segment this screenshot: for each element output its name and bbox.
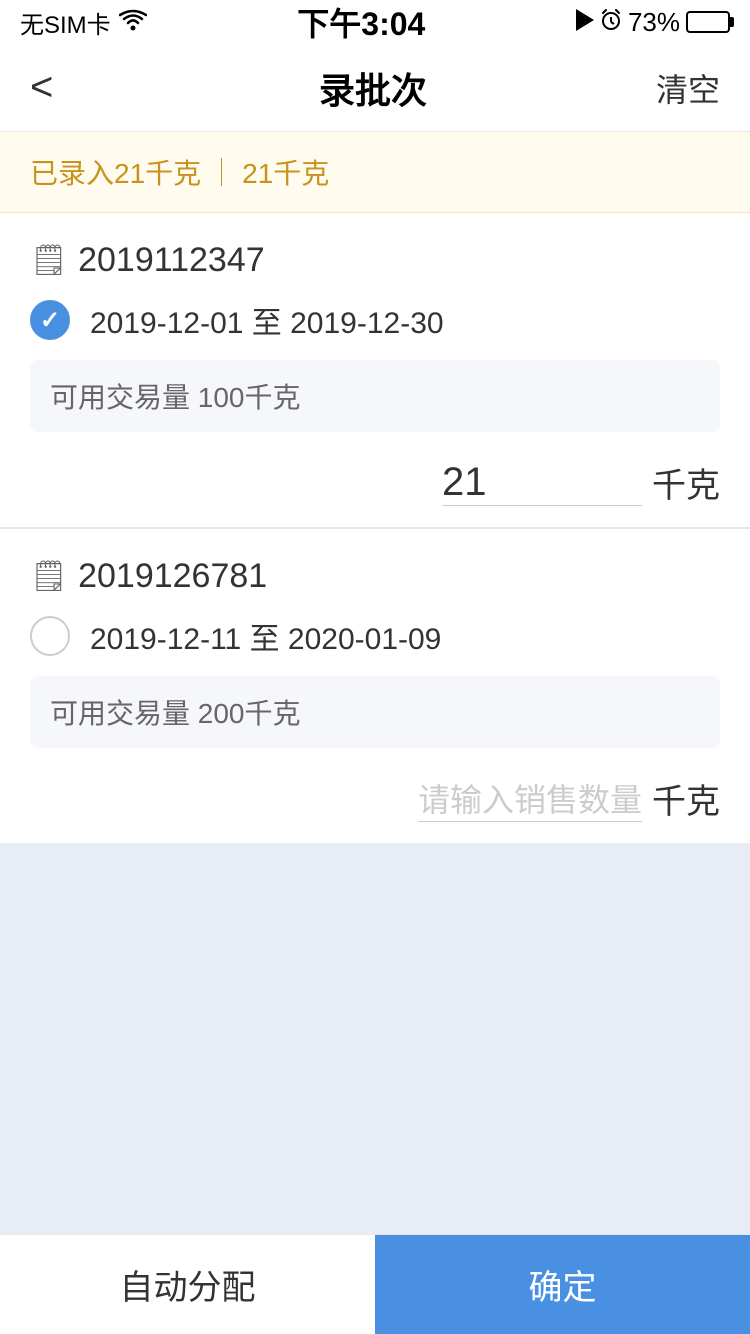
batch1-date: 2019-12-01 至 2019-12-30 <box>90 298 444 342</box>
batch2-quantity-input[interactable]: 请输入销售数量 <box>418 775 642 822</box>
status-right: 73% <box>576 7 730 38</box>
batch1-header: 🗒 2019112347 <box>0 213 750 290</box>
batch1-unit: 千克 <box>652 458 720 507</box>
batch1-date-row[interactable]: 2019-12-01 至 2019-12-30 <box>0 290 750 350</box>
batch2-icon: 🗒 <box>30 559 68 594</box>
batch2-id: 2019126781 <box>78 557 267 596</box>
summary-divider <box>221 158 222 186</box>
batch1-quantity-input[interactable]: 21 <box>442 460 642 506</box>
battery-percent: 73% <box>628 7 680 38</box>
wifi-icon <box>119 7 147 38</box>
batch1-avail-text: 可用交易量 100千克 <box>50 382 301 413</box>
batch2-quantity-row: 请输入销售数量 千克 <box>0 764 750 843</box>
batch-card-1: 🗒 2019112347 2019-12-01 至 2019-12-30 可用交… <box>0 213 750 527</box>
batch1-avail-row: 可用交易量 100千克 <box>30 360 720 432</box>
batch1-quantity-value: 21 <box>442 460 487 504</box>
confirm-button[interactable]: 确定 <box>375 1235 750 1334</box>
nav-bar: < 录批次 清空 <box>0 44 750 132</box>
page-title: 录批次 <box>319 62 427 114</box>
batch2-avail-row: 可用交易量 200千克 <box>30 676 720 748</box>
batch2-date: 2019-12-11 至 2020-01-09 <box>90 614 441 658</box>
status-time: 下午3:04 <box>297 0 425 45</box>
bottom-bar: 自动分配 确定 <box>0 1234 750 1334</box>
alarm-icon <box>600 7 622 38</box>
batch2-quantity-placeholder: 请输入销售数量 <box>418 782 642 818</box>
batch2-unit: 千克 <box>652 774 720 823</box>
clear-button[interactable]: 清空 <box>656 65 720 111</box>
batch1-quantity-row: 21 千克 <box>0 448 750 527</box>
batch-card-2: 🗒 2019126781 2019-12-11 至 2020-01-09 可用交… <box>0 529 750 843</box>
batch2-radio[interactable] <box>30 616 70 656</box>
batch2-avail-text: 可用交易量 200千克 <box>50 698 301 729</box>
sim-text: 无SIM卡 <box>20 5 111 40</box>
status-left: 无SIM卡 <box>20 5 147 40</box>
batch1-id: 2019112347 <box>78 241 265 280</box>
summary-total: 21千克 <box>242 152 329 192</box>
location-icon <box>576 7 594 38</box>
auto-distribute-button[interactable]: 自动分配 <box>0 1235 375 1334</box>
batch1-radio[interactable] <box>30 300 70 340</box>
back-button[interactable]: < <box>30 65 90 110</box>
batch2-header: 🗒 2019126781 <box>0 529 750 606</box>
batch2-date-row[interactable]: 2019-12-11 至 2020-01-09 <box>0 606 750 666</box>
battery-icon <box>686 11 730 33</box>
batch1-icon: 🗒 <box>30 243 68 278</box>
status-bar: 无SIM卡 下午3:04 73% <box>0 0 750 44</box>
summary-recorded: 已录入21千克 <box>30 152 201 192</box>
summary-bar: 已录入21千克 21千克 <box>0 132 750 213</box>
